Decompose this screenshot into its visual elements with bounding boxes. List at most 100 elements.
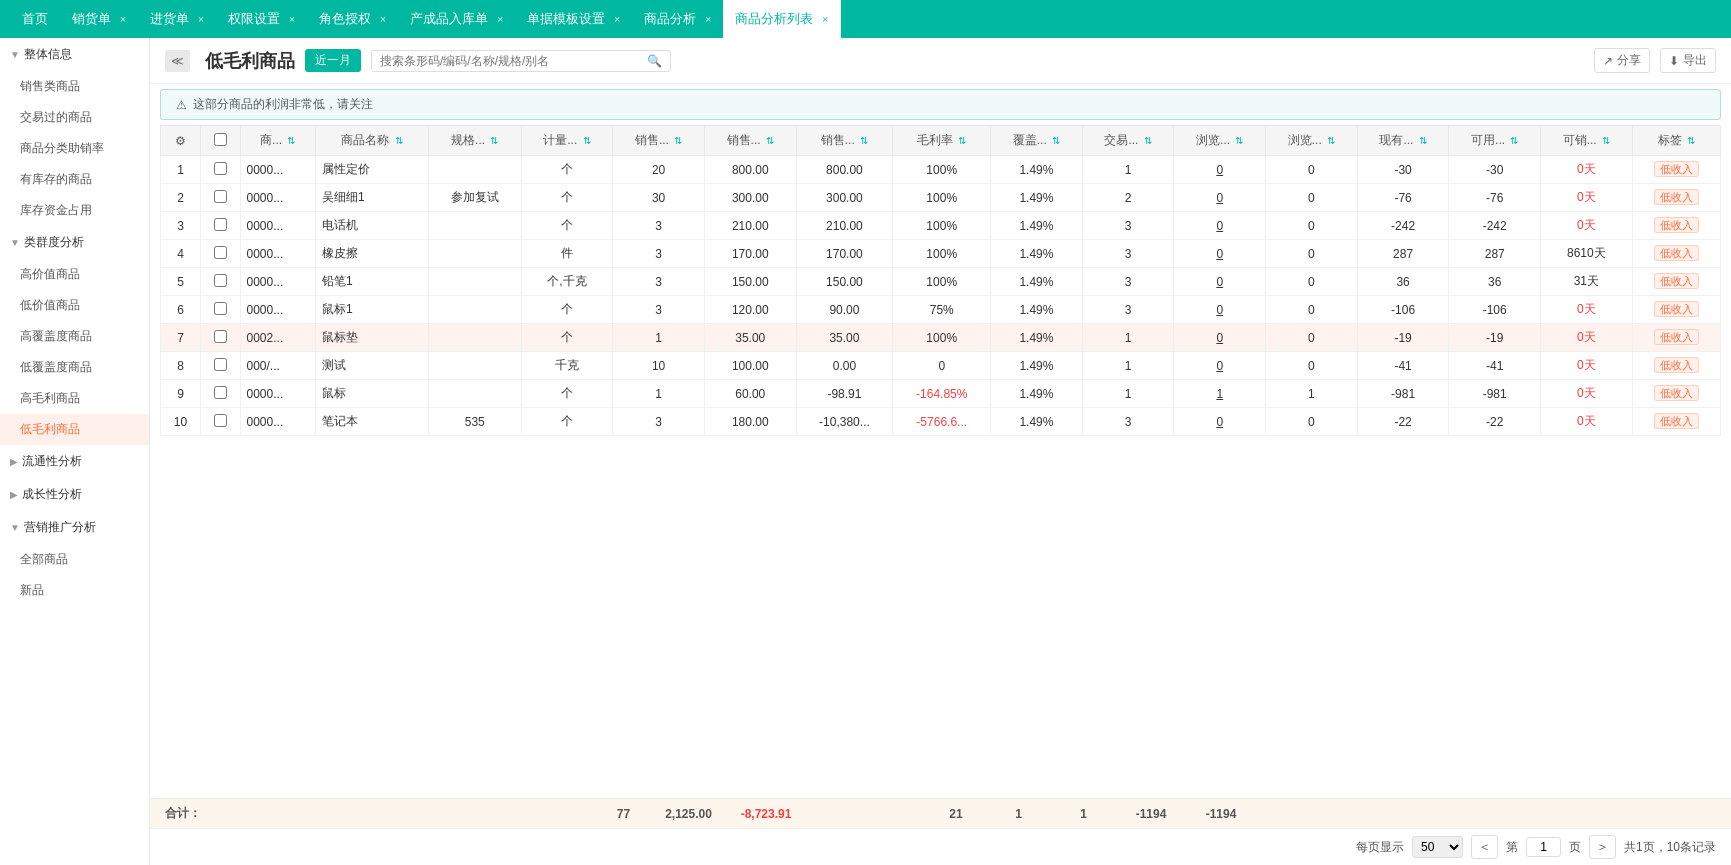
sidebar-item-high-value[interactable]: 高价值商品: [0, 259, 149, 290]
nav-role-auth[interactable]: 角色授权 ×: [307, 0, 398, 38]
page-number-input[interactable]: [1526, 837, 1561, 857]
close-icon[interactable]: ×: [705, 13, 711, 25]
col-coverage[interactable]: 覆盖... ⇅: [991, 126, 1083, 156]
row-select-checkbox[interactable]: [214, 162, 227, 175]
close-icon[interactable]: ×: [198, 13, 204, 25]
row-checkbox[interactable]: [201, 352, 240, 380]
row-checkbox[interactable]: [201, 184, 240, 212]
table-row[interactable]: 3 0000... 电话机 个 3 210.00 210.00 100% 1.4…: [161, 212, 1721, 240]
col-spec[interactable]: 规格... ⇅: [428, 126, 521, 156]
row-views1[interactable]: 0: [1174, 296, 1266, 324]
nav-product-storage[interactable]: 产成品入库单 ×: [398, 0, 515, 38]
col-transactions[interactable]: 交易... ⇅: [1082, 126, 1174, 156]
close-icon[interactable]: ×: [822, 13, 828, 25]
col-sales-qty[interactable]: 销售... ⇅: [613, 126, 705, 156]
share-button[interactable]: ↗ 分享: [1594, 48, 1650, 73]
table-row[interactable]: 2 0000... 吴细细1 参加复试 个 30 300.00 300.00 1…: [161, 184, 1721, 212]
sidebar-item-inventory-capital[interactable]: 库存资金占用: [0, 195, 149, 226]
col-sales-amount[interactable]: 销售... ⇅: [796, 126, 893, 156]
select-all-checkbox[interactable]: [214, 133, 227, 146]
col-current[interactable]: 现有... ⇅: [1357, 126, 1449, 156]
col-tag[interactable]: 标签 ⇅: [1632, 126, 1720, 156]
sidebar-group-overall[interactable]: ▼ 整体信息: [0, 38, 149, 71]
col-views1[interactable]: 浏览... ⇅: [1174, 126, 1266, 156]
table-row[interactable]: 1 0000... 属性定价 个 20 800.00 800.00 100% 1…: [161, 156, 1721, 184]
nav-sales-order[interactable]: 销货单 ×: [60, 0, 138, 38]
nav-home[interactable]: 首页: [10, 0, 60, 38]
row-select-checkbox[interactable]: [214, 386, 227, 399]
search-input[interactable]: [380, 54, 647, 68]
row-select-checkbox[interactable]: [214, 358, 227, 371]
row-select-checkbox[interactable]: [214, 414, 227, 427]
nav-product-analysis-list[interactable]: 商品分析列表 ×: [723, 0, 840, 38]
col-code[interactable]: 商... ⇅: [240, 126, 316, 156]
sidebar-item-new-products[interactable]: 新品: [0, 575, 149, 606]
sidebar-item-all-products[interactable]: 全部商品: [0, 544, 149, 575]
row-checkbox[interactable]: [201, 296, 240, 324]
row-select-checkbox[interactable]: [214, 330, 227, 343]
row-select-checkbox[interactable]: [214, 274, 227, 287]
row-views1[interactable]: 0: [1174, 352, 1266, 380]
row-checkbox[interactable]: [201, 268, 240, 296]
col-available[interactable]: 可用... ⇅: [1449, 126, 1541, 156]
row-checkbox[interactable]: [201, 156, 240, 184]
table-row[interactable]: 4 0000... 橡皮擦 件 3 170.00 170.00 100% 1.4…: [161, 240, 1721, 268]
table-row[interactable]: 6 0000... 鼠标1 个 3 120.00 90.00 75% 1.49%…: [161, 296, 1721, 324]
sidebar-group-cluster[interactable]: ▼ 类群度分析: [0, 226, 149, 259]
row-views1[interactable]: 0: [1174, 408, 1266, 436]
per-page-select[interactable]: 50 100 200: [1412, 836, 1463, 858]
row-views1[interactable]: 1: [1174, 380, 1266, 408]
col-unit[interactable]: 计量... ⇅: [521, 126, 613, 156]
close-icon[interactable]: ×: [120, 13, 126, 25]
table-row[interactable]: 7 0002... 鼠标垫 个 1 35.00 35.00 100% 1.49%…: [161, 324, 1721, 352]
row-views1[interactable]: 0: [1174, 324, 1266, 352]
sidebar-item-low-coverage[interactable]: 低覆盖度商品: [0, 352, 149, 383]
close-icon[interactable]: ×: [497, 13, 503, 25]
row-checkbox[interactable]: [201, 212, 240, 240]
nav-permissions[interactable]: 权限设置 ×: [216, 0, 307, 38]
row-views1[interactable]: 0: [1174, 184, 1266, 212]
col-sales-price[interactable]: 销售... ⇅: [704, 126, 796, 156]
close-icon[interactable]: ×: [614, 13, 620, 25]
nav-product-analysis[interactable]: 商品分析 ×: [632, 0, 723, 38]
sidebar-item-low-margin[interactable]: 低毛利商品: [0, 414, 149, 445]
close-icon[interactable]: ×: [380, 13, 386, 25]
col-name[interactable]: 商品名称 ⇅: [316, 126, 429, 156]
sidebar-item-high-margin[interactable]: 高毛利商品: [0, 383, 149, 414]
table-row[interactable]: 9 0000... 鼠标 个 1 60.00 -98.91 -164.85% 1…: [161, 380, 1721, 408]
table-row[interactable]: 8 000/... 测试 千克 10 100.00 0.00 0 1.49% 1…: [161, 352, 1721, 380]
sidebar-group-marketing[interactable]: ▼ 营销推广分析: [0, 511, 149, 544]
table-row[interactable]: 5 0000... 铅笔1 个,千克 3 150.00 150.00 100% …: [161, 268, 1721, 296]
sidebar-item-in-stock[interactable]: 有库存的商品: [0, 164, 149, 195]
sidebar-item-category-sales-rate[interactable]: 商品分类助销率: [0, 133, 149, 164]
col-checkbox[interactable]: [201, 126, 240, 156]
collapse-sidebar-button[interactable]: ≪: [165, 50, 190, 72]
sidebar-item-low-value[interactable]: 低价值商品: [0, 290, 149, 321]
row-select-checkbox[interactable]: [214, 302, 227, 315]
row-checkbox[interactable]: [201, 240, 240, 268]
sidebar-item-high-coverage[interactable]: 高覆盖度商品: [0, 321, 149, 352]
nav-purchase-order[interactable]: 进货单 ×: [138, 0, 216, 38]
row-views1[interactable]: 0: [1174, 240, 1266, 268]
row-views1[interactable]: 0: [1174, 156, 1266, 184]
row-select-checkbox[interactable]: [214, 218, 227, 231]
search-icon[interactable]: 🔍: [647, 54, 662, 68]
export-button[interactable]: ⬇ 导出: [1660, 48, 1716, 73]
prev-page-button[interactable]: ＜: [1471, 835, 1498, 859]
table-row[interactable]: 10 0000... 笔记本 535 个 3 180.00 -10,380...…: [161, 408, 1721, 436]
row-views1[interactable]: 0: [1174, 268, 1266, 296]
period-button[interactable]: 近一月: [305, 49, 361, 72]
col-saleable[interactable]: 可销... ⇅: [1541, 126, 1633, 156]
row-views1[interactable]: 0: [1174, 212, 1266, 240]
col-gross-margin[interactable]: 毛利率 ⇅: [893, 126, 991, 156]
row-select-checkbox[interactable]: [214, 246, 227, 259]
col-views2[interactable]: 浏览... ⇅: [1266, 126, 1358, 156]
row-checkbox[interactable]: [201, 380, 240, 408]
col-settings[interactable]: ⚙: [161, 126, 201, 156]
sidebar-item-sales-products[interactable]: 销售类商品: [0, 71, 149, 102]
sidebar-group-growth[interactable]: ▶ 成长性分析: [0, 478, 149, 511]
next-page-button[interactable]: ＞: [1589, 835, 1616, 859]
nav-template-settings[interactable]: 单据模板设置 ×: [515, 0, 632, 38]
row-select-checkbox[interactable]: [214, 190, 227, 203]
row-checkbox[interactable]: [201, 408, 240, 436]
